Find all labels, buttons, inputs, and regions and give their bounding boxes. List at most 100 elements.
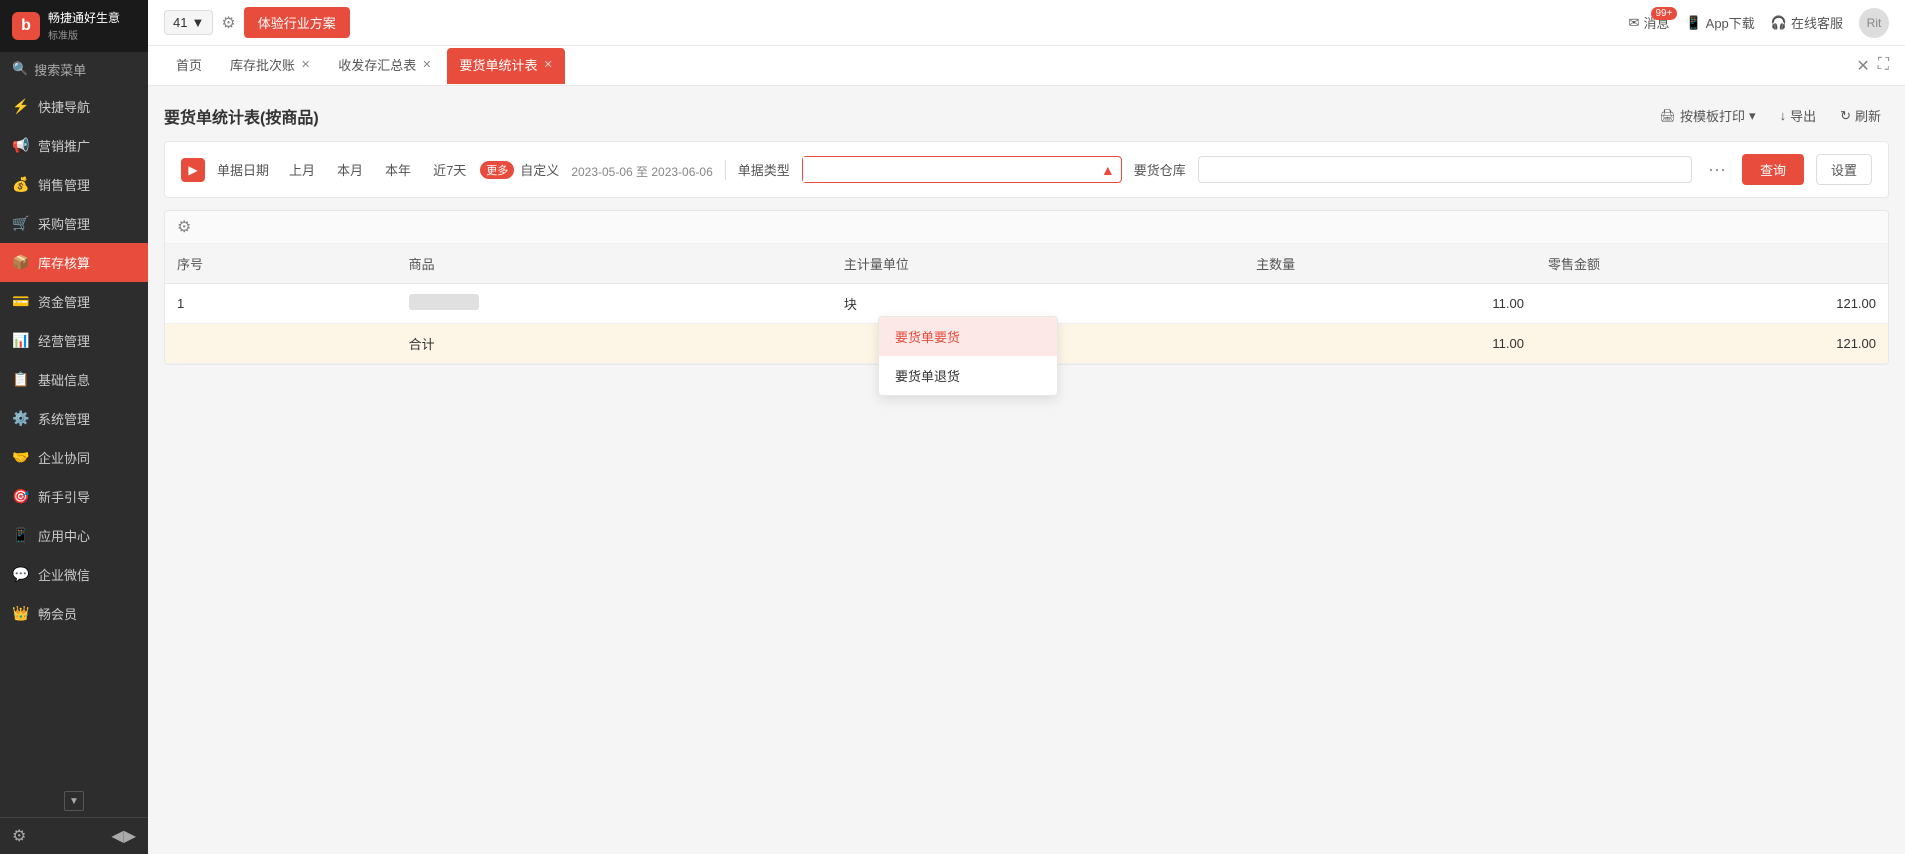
nav-icon-newuser: 🎯 bbox=[12, 487, 30, 505]
print-chevron-icon: ▾ bbox=[1749, 108, 1756, 124]
nav-label-wechat: 企业微信 bbox=[38, 565, 90, 584]
type-input-wrap: ▲ bbox=[802, 156, 1122, 183]
nav-label-appstore: 应用中心 bbox=[38, 526, 90, 545]
sidebar-item-finance[interactable]: 💳 资金管理 bbox=[0, 282, 148, 321]
dropdown-item-order-goods[interactable]: 要货单要货 bbox=[879, 317, 1057, 356]
export-btn[interactable]: ↓ 导出 bbox=[1772, 102, 1825, 129]
refresh-icon: ↻ bbox=[1840, 108, 1851, 124]
date-up-btn[interactable]: 上月 bbox=[281, 157, 323, 182]
sidebar-item-sales[interactable]: 💰 销售管理 bbox=[0, 165, 148, 204]
close-tab-receive-summary[interactable]: ✕ bbox=[422, 58, 431, 71]
nav-label-inventory: 库存核算 bbox=[38, 253, 90, 272]
product-name-blurred bbox=[409, 294, 479, 310]
expand-tabs-icon[interactable]: ⛶ bbox=[1878, 56, 1889, 76]
scroll-down-btn[interactable]: ▼ bbox=[64, 791, 84, 811]
footer-quantity: 11.00 bbox=[1244, 324, 1536, 364]
settings-btn[interactable]: 设置 bbox=[1816, 154, 1872, 185]
sidebar-item-basic[interactable]: 📋 基础信息 bbox=[0, 360, 148, 399]
topbar-left: 41 ▼ ⚙ 体验行业方案 bbox=[164, 7, 1617, 38]
sidebar-item-system[interactable]: ⚙️ 系统管理 bbox=[0, 399, 148, 438]
sidebar-search[interactable]: 🔍 搜索菜单 bbox=[0, 52, 148, 87]
filter-expand-btn[interactable]: ▶ bbox=[181, 158, 205, 182]
topbar-gear-icon[interactable]: ⚙ bbox=[221, 13, 235, 33]
app-download-btn[interactable]: 📱 App下载 bbox=[1685, 13, 1754, 32]
close-tab-inventory-batch[interactable]: ✕ bbox=[301, 58, 310, 71]
page-title: 要货单统计表(按商品) bbox=[164, 104, 319, 128]
nav-label-newuser: 新手引导 bbox=[38, 487, 90, 506]
nav-icon-finance: 💳 bbox=[12, 292, 30, 310]
topbar: 41 ▼ ⚙ 体验行业方案 ✉ 消息 99+ 📱 App下载 🎧 在线客服 Ri… bbox=[148, 0, 1905, 46]
search-label: 搜索菜单 bbox=[34, 60, 86, 79]
refresh-label: 刷新 bbox=[1855, 106, 1881, 125]
query-btn[interactable]: 查询 bbox=[1742, 154, 1804, 185]
logo-icon: b bbox=[12, 12, 40, 40]
online-service-btn[interactable]: 🎧 在线客服 bbox=[1771, 13, 1843, 32]
col-amount: 零售金额 bbox=[1536, 244, 1888, 284]
footer-amount: 121.00 bbox=[1536, 324, 1888, 364]
col-unit: 主计量单位 bbox=[832, 244, 1244, 284]
trial-btn[interactable]: 体验行业方案 bbox=[244, 7, 350, 38]
date-recent-btn[interactable]: 近7天 bbox=[425, 157, 474, 182]
table-toolbar: ⚙ bbox=[165, 211, 1888, 244]
sidebar-item-member[interactable]: 👑 畅会员 bbox=[0, 594, 148, 633]
type-input[interactable] bbox=[803, 157, 1095, 182]
company-value: 41 bbox=[173, 15, 187, 30]
user-name: Rit bbox=[1867, 16, 1882, 30]
topbar-right: ✉ 消息 99+ 📱 App下载 🎧 在线客服 Rit bbox=[1629, 8, 1889, 38]
filter-row: ▶ 单据日期 上月 本月 本年 近7天 更多 自定义 2023-05-06 至 … bbox=[181, 154, 1872, 185]
sidebar-item-operations[interactable]: 📊 经营管理 bbox=[0, 321, 148, 360]
close-tab-order-summary[interactable]: ✕ bbox=[544, 58, 553, 71]
nav-label-system: 系统管理 bbox=[38, 409, 90, 428]
filter-panel: ▶ 单据日期 上月 本月 本年 近7天 更多 自定义 2023-05-06 至 … bbox=[164, 141, 1889, 198]
refresh-btn[interactable]: ↻ 刷新 bbox=[1832, 102, 1889, 129]
close-all-tabs-icon[interactable]: ✕ bbox=[1856, 56, 1869, 76]
table-header-row: 序号 商品 主计量单位 主数量 零售金额 bbox=[165, 244, 1888, 284]
col-quantity: 主数量 bbox=[1244, 244, 1536, 284]
sidebar-item-appstore[interactable]: 📱 应用中心 bbox=[0, 516, 148, 555]
company-selector[interactable]: 41 ▼ bbox=[164, 10, 213, 35]
sidebar: b 畅捷通好生意 标准版 🔍 搜索菜单 ⚡ 快捷导航 📢 营销推广 💰 销售管理… bbox=[0, 0, 148, 854]
date-range: 2023-05-06 至 2023-06-06 bbox=[571, 163, 712, 180]
collapse-sidebar-icon[interactable]: ◀▶ bbox=[111, 826, 136, 846]
dropdown-item-order-return[interactable]: 要货单退货 bbox=[879, 356, 1057, 395]
nav-icon-enterprise: 🤝 bbox=[12, 448, 30, 466]
page-actions: 🖨 按模板打印 ▾ ↓ 导出 ↻ 刷新 bbox=[1652, 102, 1890, 129]
table-settings-icon[interactable]: ⚙ bbox=[177, 217, 191, 237]
app-logo: b 畅捷通好生意 标准版 bbox=[0, 0, 148, 52]
date-custom-btn[interactable]: 自定义 bbox=[520, 160, 559, 179]
tab-order-summary-label: 要货单统计表 bbox=[459, 55, 537, 74]
tab-home[interactable]: 首页 bbox=[164, 48, 214, 84]
user-avatar[interactable]: Rit bbox=[1859, 8, 1889, 38]
dropdown-item-order-return-label: 要货单退货 bbox=[895, 369, 960, 384]
tab-inventory-batch[interactable]: 库存批次账 ✕ bbox=[218, 48, 322, 84]
settings-icon[interactable]: ⚙ bbox=[12, 826, 26, 846]
date-current-btn[interactable]: 本月 bbox=[329, 157, 371, 182]
sidebar-item-enterprise[interactable]: 🤝 企业协同 bbox=[0, 438, 148, 477]
footer-empty-1 bbox=[165, 324, 397, 364]
sidebar-scroll-down: ▼ bbox=[0, 785, 148, 817]
date-year-btn[interactable]: 本年 bbox=[377, 157, 419, 182]
cell-quantity: 11.00 bbox=[1244, 284, 1536, 324]
print-btn[interactable]: 🖨 按模板打印 ▾ bbox=[1652, 102, 1764, 129]
tab-receive-summary[interactable]: 收发存汇总表 ✕ bbox=[326, 48, 443, 84]
nav-label-sales: 销售管理 bbox=[38, 175, 90, 194]
messages-btn[interactable]: ✉ 消息 99+ bbox=[1629, 13, 1670, 32]
nav-icon-sales: 💰 bbox=[12, 175, 30, 193]
sidebar-item-purchase[interactable]: 🛒 采购管理 bbox=[0, 204, 148, 243]
nav-icon-system: ⚙️ bbox=[12, 409, 30, 427]
date-more-badge[interactable]: 更多 bbox=[480, 161, 514, 179]
tab-order-summary[interactable]: 要货单统计表 ✕ bbox=[447, 48, 564, 84]
nav-label-operations: 经营管理 bbox=[38, 331, 90, 350]
nav-icon-marketing: 📢 bbox=[12, 136, 30, 154]
chevron-down-icon: ▼ bbox=[191, 15, 204, 30]
page-content: 要货单统计表(按商品) 🖨 按模板打印 ▾ ↓ 导出 ↻ 刷新 bbox=[148, 86, 1905, 854]
sidebar-item-marketing[interactable]: 📢 营销推广 bbox=[0, 126, 148, 165]
sidebar-item-wechat[interactable]: 💬 企业微信 bbox=[0, 555, 148, 594]
type-dropdown-menu: 要货单要货 要货单退货 bbox=[878, 316, 1058, 396]
sidebar-item-newuser[interactable]: 🎯 新手引导 bbox=[0, 477, 148, 516]
type-dropdown-arrow[interactable]: ▲ bbox=[1095, 162, 1121, 178]
sidebar-item-inventory[interactable]: 📦 库存核算 bbox=[0, 243, 148, 282]
warehouse-input[interactable] bbox=[1198, 156, 1692, 183]
sidebar-item-quick-nav[interactable]: ⚡ 快捷导航 bbox=[0, 87, 148, 126]
filter-more-btn[interactable]: ··· bbox=[1704, 159, 1730, 180]
